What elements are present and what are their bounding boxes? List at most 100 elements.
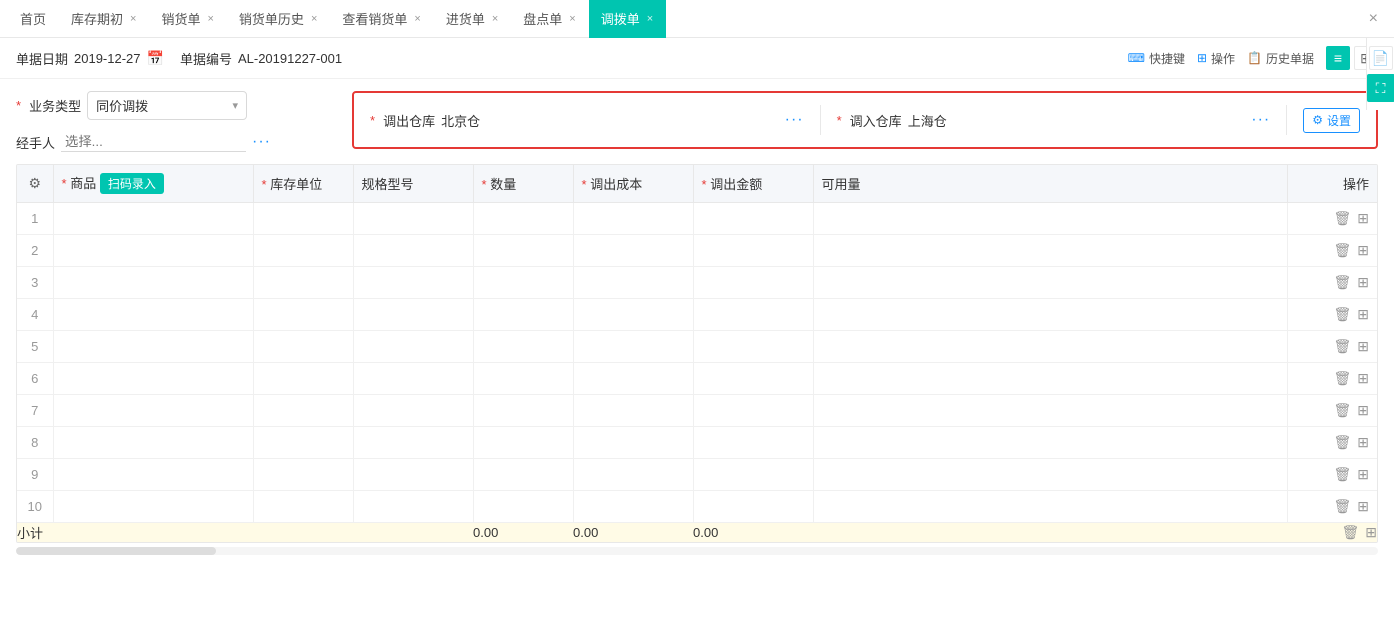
tab-inventory-init[interactable]: 库存期初 × [59,0,149,38]
row-delete-icon[interactable]: 🗑 [1333,242,1351,259]
row-available[interactable] [813,427,1287,459]
row-delete-icon[interactable]: 🗑 [1333,498,1351,515]
tab-close-sales-order[interactable]: × [207,13,213,25]
row-available[interactable] [813,299,1287,331]
tab-stocktake[interactable]: 盘点单 × [511,0,588,38]
row-cost[interactable] [573,267,693,299]
row-spec[interactable] [353,395,473,427]
tab-transfer[interactable]: 调拨单 × [589,0,666,38]
row-copy-icon[interactable]: ⊞ [1357,338,1369,355]
row-unit[interactable] [253,235,353,267]
transfer-in-value[interactable]: 上海仓 [908,111,1246,130]
row-unit[interactable] [253,491,353,523]
tab-close-view-sales[interactable]: × [414,13,420,25]
row-unit[interactable] [253,299,353,331]
row-delete-icon[interactable]: 🗑 [1333,306,1351,323]
row-unit[interactable] [253,395,353,427]
row-qty[interactable] [473,363,573,395]
person-more-btn[interactable]: ··· [252,133,271,151]
row-qty[interactable] [473,331,573,363]
row-available[interactable] [813,459,1287,491]
row-product[interactable] [53,427,253,459]
row-available[interactable] [813,363,1287,395]
tab-home[interactable]: 首页 [8,0,59,38]
row-qty[interactable] [473,459,573,491]
row-unit[interactable] [253,267,353,299]
row-copy-icon[interactable]: ⊞ [1357,210,1369,227]
row-available[interactable] [813,235,1287,267]
row-spec[interactable] [353,235,473,267]
row-spec[interactable] [353,203,473,235]
row-cost[interactable] [573,235,693,267]
row-copy-icon[interactable]: ⊞ [1357,306,1369,323]
row-qty[interactable] [473,267,573,299]
transfer-out-value[interactable]: 北京仓 [441,111,779,130]
row-unit[interactable] [253,331,353,363]
row-qty[interactable] [473,203,573,235]
row-qty[interactable] [473,299,573,331]
row-copy-icon[interactable]: ⊞ [1357,402,1369,419]
tab-close-sales-history[interactable]: × [311,13,317,25]
row-delete-icon[interactable]: 🗑 [1333,274,1351,291]
row-cost[interactable] [573,491,693,523]
shortcuts-btn[interactable]: ⌨ 快捷键 [1128,50,1185,67]
row-copy-icon[interactable]: ⊞ [1357,466,1369,483]
row-product[interactable] [53,203,253,235]
transfer-out-more-btn[interactable]: ··· [785,111,804,129]
row-spec[interactable] [353,267,473,299]
row-spec[interactable] [353,299,473,331]
row-spec[interactable] [353,331,473,363]
row-product[interactable] [53,299,253,331]
date-value[interactable]: 2019-12-27 [74,51,141,66]
row-unit[interactable] [253,363,353,395]
row-copy-icon[interactable]: ⊞ [1357,434,1369,451]
row-product[interactable] [53,331,253,363]
row-product[interactable] [53,395,253,427]
row-cost[interactable] [573,331,693,363]
row-copy-icon[interactable]: ⊞ [1357,242,1369,259]
row-amount[interactable] [693,299,813,331]
row-delete-icon[interactable]: 🗑 [1333,402,1351,419]
window-close-btn[interactable]: × [1361,10,1386,28]
row-delete-icon[interactable]: 🗑 [1333,434,1351,451]
view-list-btn[interactable]: ≡ [1326,46,1350,70]
tab-sales-history[interactable]: 销货单历史 × [227,0,330,38]
row-available[interactable] [813,331,1287,363]
row-qty[interactable] [473,395,573,427]
row-copy-icon[interactable]: ⊞ [1357,498,1369,515]
row-cost[interactable] [573,363,693,395]
row-available[interactable] [813,395,1287,427]
row-cost[interactable] [573,395,693,427]
row-product[interactable] [53,491,253,523]
row-qty[interactable] [473,427,573,459]
calendar-icon[interactable]: 📅 [147,50,164,67]
row-amount[interactable] [693,203,813,235]
row-product[interactable] [53,267,253,299]
row-unit[interactable] [253,427,353,459]
scroll-thumb[interactable] [16,547,216,555]
row-cost[interactable] [573,427,693,459]
subtotal-copy-icon[interactable]: ⊞ [1365,524,1377,541]
row-amount[interactable] [693,395,813,427]
tab-purchase[interactable]: 进货单 × [434,0,511,38]
row-amount[interactable] [693,331,813,363]
panel-doc-btn[interactable]: 📄 [1369,46,1393,70]
row-amount[interactable] [693,267,813,299]
row-qty[interactable] [473,491,573,523]
tab-close-purchase[interactable]: × [492,13,498,25]
history-btn[interactable]: 📋 历史单据 [1247,50,1314,67]
panel-expand-btn[interactable]: ⛶ [1367,74,1394,102]
row-amount[interactable] [693,459,813,491]
row-product[interactable] [53,459,253,491]
horizontal-scrollbar[interactable] [16,547,1378,555]
operations-btn[interactable]: ⊞ 操作 [1197,50,1235,67]
row-amount[interactable] [693,491,813,523]
tab-close-stocktake[interactable]: × [569,13,575,25]
row-delete-icon[interactable]: 🗑 [1333,210,1351,227]
row-cost[interactable] [573,459,693,491]
row-available[interactable] [813,267,1287,299]
row-delete-icon[interactable]: 🗑 [1333,338,1351,355]
row-qty[interactable] [473,235,573,267]
row-product[interactable] [53,363,253,395]
tab-sales-order[interactable]: 销货单 × [149,0,226,38]
